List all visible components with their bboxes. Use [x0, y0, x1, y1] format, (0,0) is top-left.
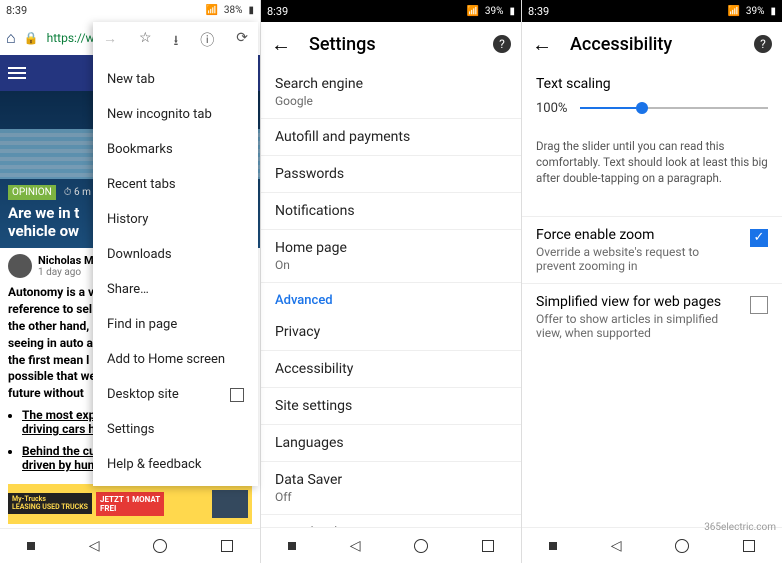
setting-downloads[interactable]: Downloads: [261, 515, 521, 527]
url-text[interactable]: https://w: [47, 31, 95, 45]
setting-privacy[interactable]: Privacy: [261, 314, 521, 351]
android-navbar: ◁: [261, 527, 521, 563]
phone-accessibility: 8:39 📶 39% ▮ ← Accessibility ? Text scal…: [522, 0, 782, 563]
nav-back-icon[interactable]: ◁: [350, 538, 361, 554]
hamburger-icon[interactable]: [8, 67, 26, 79]
battery-text: 38%: [224, 5, 243, 16]
status-time: 8:39: [528, 5, 549, 18]
desktop-site-checkbox[interactable]: [230, 388, 244, 402]
hero-time: ⏱ 6 m: [64, 187, 91, 198]
nav-recent-icon[interactable]: [221, 540, 233, 552]
nav-back-icon[interactable]: ◁: [89, 538, 100, 554]
lock-icon: 🔒: [24, 31, 39, 45]
battery-text: 39%: [746, 6, 765, 17]
help-icon[interactable]: ?: [493, 35, 511, 53]
back-icon[interactable]: ←: [532, 32, 552, 57]
battery-icon: ▮: [509, 6, 515, 17]
avatar: [8, 254, 32, 278]
phone-browser-menu: 8:39 📶 38% ▮ ⌂ 🔒 https://w OPINION ⏱ 6 m…: [0, 0, 261, 563]
home-icon[interactable]: ⌂: [6, 28, 16, 48]
menu-help-feedback[interactable]: Help & feedback: [93, 447, 258, 482]
download-icon[interactable]: ⭳: [173, 30, 178, 54]
force-zoom-checkbox[interactable]: ✓: [750, 229, 768, 247]
menu-desktop-site[interactable]: Desktop site: [93, 377, 258, 412]
menu-find-in-page[interactable]: Find in page: [93, 307, 258, 342]
page-title: Settings: [309, 34, 376, 55]
text-scaling-slider[interactable]: [580, 98, 768, 118]
menu-new-tab[interactable]: New tab: [93, 62, 258, 97]
setting-search-engine[interactable]: Search engine Google: [261, 66, 521, 119]
forward-icon[interactable]: →: [103, 30, 117, 54]
nav-dot-icon: [288, 542, 296, 550]
wifi-icon: 📶: [205, 5, 217, 16]
menu-downloads[interactable]: Downloads: [93, 237, 258, 272]
watermark-text: 365electric.com: [704, 522, 776, 533]
settings-appbar: ← Settings ?: [261, 22, 521, 66]
ad-image: [212, 490, 248, 518]
setting-notifications[interactable]: Notifications: [261, 193, 521, 230]
help-icon[interactable]: ?: [754, 35, 772, 53]
nav-home-icon[interactable]: [414, 539, 428, 553]
menu-bookmarks[interactable]: Bookmarks: [93, 132, 258, 167]
text-scaling-label: Text scaling: [536, 76, 768, 92]
text-scaling-block: Text scaling 100%: [522, 66, 782, 128]
wifi-icon: 📶: [727, 6, 739, 17]
nav-dot-icon: [549, 542, 557, 550]
status-bar: 8:39 📶 39% ▮: [522, 0, 782, 22]
banner-ad[interactable]: My-Trucks LEASING USED TRUCKS JETZT 1 MO…: [8, 484, 252, 523]
ad-brand: My-Trucks LEASING USED TRUCKS: [8, 493, 92, 514]
scaling-hint-text: Drag the slider until you can read this …: [522, 128, 782, 216]
setting-autofill[interactable]: Autofill and payments: [261, 119, 521, 156]
ad-cta: JETZT 1 MONAT FREI: [96, 492, 164, 516]
battery-icon: ▮: [248, 5, 254, 16]
status-bar: 8:39 📶 38% ▮: [0, 0, 260, 22]
battery-text: 39%: [485, 6, 504, 17]
text-scaling-value: 100%: [536, 101, 570, 116]
battery-icon: ▮: [770, 6, 776, 17]
setting-accessibility[interactable]: Accessibility: [261, 351, 521, 388]
setting-data-saver[interactable]: Data Saver Off: [261, 462, 521, 515]
star-icon[interactable]: ☆: [139, 30, 152, 54]
menu-settings[interactable]: Settings: [93, 412, 258, 447]
menu-add-to-home[interactable]: Add to Home screen: [93, 342, 258, 377]
menu-new-incognito[interactable]: New incognito tab: [93, 97, 258, 132]
section-advanced: Advanced: [261, 283, 521, 314]
setting-languages[interactable]: Languages: [261, 425, 521, 462]
accessibility-appbar: ← Accessibility ?: [522, 22, 782, 66]
status-time: 8:39: [6, 4, 27, 17]
nav-back-icon[interactable]: ◁: [611, 538, 622, 554]
nav-dot-icon: [27, 542, 35, 550]
status-time: 8:39: [267, 5, 288, 18]
chrome-overflow-menu: → ☆ ⭳ ⓘ ⟳ New tab New incognito tab Book…: [93, 22, 258, 486]
setting-site-settings[interactable]: Site settings: [261, 388, 521, 425]
info-icon[interactable]: ⓘ: [200, 30, 214, 54]
reload-icon[interactable]: ⟳: [236, 30, 248, 54]
nav-recent-icon[interactable]: [482, 540, 494, 552]
menu-recent-tabs[interactable]: Recent tabs: [93, 167, 258, 202]
phone-settings-list: 8:39 📶 39% ▮ ← Settings ? Search engine …: [261, 0, 522, 563]
toggle-force-zoom[interactable]: Force enable zoom Override a website's r…: [522, 216, 782, 283]
simplified-view-checkbox[interactable]: [750, 296, 768, 314]
nav-home-icon[interactable]: [675, 539, 689, 553]
wifi-icon: 📶: [466, 6, 478, 17]
nav-recent-icon[interactable]: [743, 540, 755, 552]
android-navbar: ◁: [0, 528, 260, 563]
setting-passwords[interactable]: Passwords: [261, 156, 521, 193]
status-bar: 8:39 📶 39% ▮: [261, 0, 521, 22]
back-icon[interactable]: ←: [271, 32, 291, 57]
menu-share[interactable]: Share…: [93, 272, 258, 307]
menu-history[interactable]: History: [93, 202, 258, 237]
page-title: Accessibility: [570, 34, 672, 55]
opinion-badge: OPINION: [8, 185, 56, 200]
toggle-simplified-view[interactable]: Simplified view for web pages Offer to s…: [522, 283, 782, 350]
status-icons: 📶 38% ▮: [205, 5, 254, 16]
nav-home-icon[interactable]: [153, 539, 167, 553]
setting-home-page[interactable]: Home page On: [261, 230, 521, 283]
